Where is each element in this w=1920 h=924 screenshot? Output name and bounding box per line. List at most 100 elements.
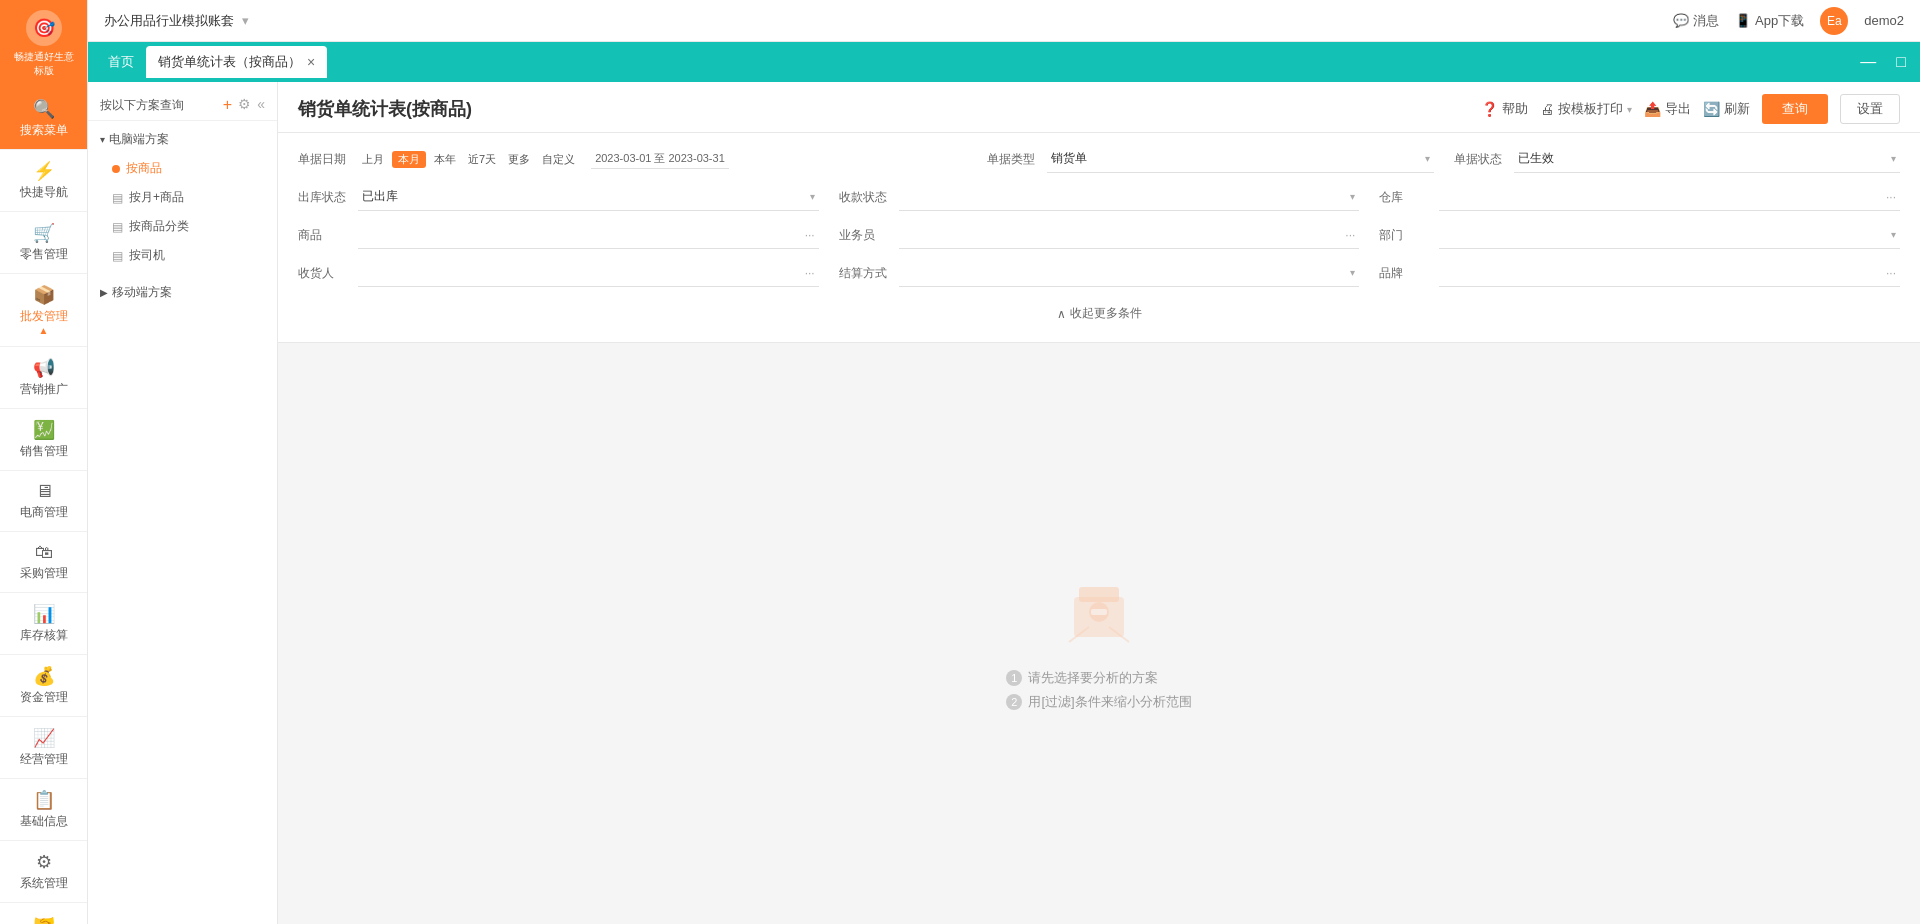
sidebar-finance-label: 资金管理 xyxy=(20,689,68,706)
print-btn[interactable]: 🖨 按模板打印 ▾ xyxy=(1540,100,1632,118)
wholesale-icon: 📦 xyxy=(33,284,55,306)
user-avatar[interactable]: Ea xyxy=(1820,7,1848,35)
operation-icon: 📈 xyxy=(33,727,55,749)
filter-item-by-month-product[interactable]: ▤ 按月+商品 xyxy=(88,183,277,212)
industry-dropdown-icon[interactable]: ▾ xyxy=(242,13,249,28)
filter-collapse-icon[interactable]: « xyxy=(257,96,265,114)
app-logo: 🎯 畅捷通好生意 标版 xyxy=(0,0,88,88)
brand-more: ··· xyxy=(1886,266,1896,280)
sidebar-item-enterprise[interactable]: 🤝 企业协同 xyxy=(0,903,87,924)
filter-add-icon[interactable]: + xyxy=(223,96,232,114)
sidebar-item-basic[interactable]: 📋 基础信息 xyxy=(0,779,87,841)
brand-control[interactable]: ··· xyxy=(1439,259,1900,287)
date-btn-thismonth[interactable]: 本月 xyxy=(392,151,426,168)
doctype-control[interactable]: 销货单 ▾ xyxy=(1047,145,1433,173)
filter-item-by-product[interactable]: 按商品 xyxy=(88,154,277,183)
help-btn[interactable]: ❓ 帮助 xyxy=(1481,100,1528,118)
sidebar-item-system[interactable]: ⚙ 系统管理 xyxy=(0,841,87,903)
print-icon: 🖨 xyxy=(1540,101,1554,117)
salesperson-control[interactable]: ··· xyxy=(899,221,1360,249)
collapse-icon: ∧ xyxy=(1057,307,1066,321)
help-label: 帮助 xyxy=(1502,100,1528,118)
date-btn-custom[interactable]: 自定义 xyxy=(538,151,579,168)
filter-field-department: 部门 ▾ xyxy=(1379,221,1900,249)
by-product-label: 按商品 xyxy=(126,160,162,177)
sidebar-item-wholesale[interactable]: 📦 批发管理 ▲ xyxy=(0,274,87,347)
date-btn-7days[interactable]: 近7天 xyxy=(464,151,500,168)
date-btn-thisyear[interactable]: 本年 xyxy=(430,151,460,168)
query-button[interactable]: 查询 xyxy=(1762,94,1828,124)
department-arrow: ▾ xyxy=(1891,229,1896,240)
settlement-label: 结算方式 xyxy=(839,265,899,282)
tab-minimize-btn[interactable]: — xyxy=(1854,51,1882,73)
sidebar-retail-label: 零售管理 xyxy=(20,246,68,263)
sidebar-item-operation[interactable]: 📈 经营管理 xyxy=(0,717,87,779)
doctype-value: 销货单 xyxy=(1051,150,1420,167)
export-btn[interactable]: 📤 导出 xyxy=(1644,100,1691,118)
filter-field-warehouse: 仓库 ··· xyxy=(1379,183,1900,211)
sidebar-item-ecommerce[interactable]: 🖥 电商管理 xyxy=(0,471,87,532)
filter-settings-icon[interactable]: ⚙ xyxy=(238,96,251,114)
sidebar-basic-label: 基础信息 xyxy=(20,813,68,830)
docstatus-value: 已生效 xyxy=(1518,150,1887,167)
filter-field-wstatus: 出库状态 已出库 ▾ xyxy=(298,183,819,211)
tab-bar: 首页 销货单统计表（按商品） × — □ xyxy=(88,42,1920,82)
sidebar-item-quicknav[interactable]: ⚡ 快捷导航 xyxy=(0,150,87,212)
tab-maximize-btn[interactable]: □ xyxy=(1890,51,1912,73)
search-icon: 🔍 xyxy=(33,98,55,120)
filter-item-by-warehouse[interactable]: ▤ 按司机 xyxy=(88,241,277,270)
app-download-btn[interactable]: 📱 App下载 xyxy=(1735,12,1804,30)
wstatus-control[interactable]: 已出库 ▾ xyxy=(358,183,819,211)
date-btn-lastmonth[interactable]: 上月 xyxy=(358,151,388,168)
settings-button[interactable]: 设置 xyxy=(1840,94,1900,124)
product-control[interactable]: ··· xyxy=(358,221,819,249)
sidebar-item-marketing[interactable]: 📢 营销推广 xyxy=(0,347,87,409)
wstatus-label: 出库状态 xyxy=(298,189,358,206)
system-icon: ⚙ xyxy=(36,851,52,873)
refresh-btn[interactable]: 🔄 刷新 xyxy=(1703,100,1750,118)
docstatus-arrow: ▾ xyxy=(1891,153,1896,164)
sidebar-marketing-label: 营销推广 xyxy=(20,381,68,398)
sidebar-item-finance[interactable]: 💰 资金管理 xyxy=(0,655,87,717)
avatar-text: Ea xyxy=(1827,14,1842,28)
tab-close-btn[interactable]: × xyxy=(307,54,315,70)
sidebar-wholesale-label: 批发管理 xyxy=(20,308,68,325)
sidebar-item-retail[interactable]: 🛒 零售管理 xyxy=(0,212,87,274)
sidebar-item-search[interactable]: 🔍 搜索菜单 xyxy=(0,88,87,150)
basic-icon: 📋 xyxy=(33,789,55,811)
docstatus-control[interactable]: 已生效 ▾ xyxy=(1514,145,1900,173)
filter-item-by-category[interactable]: ▤ 按商品分类 xyxy=(88,212,277,241)
sidebar-item-sales[interactable]: 💹 销售管理 xyxy=(0,409,87,471)
empty-tip-1: 1 请先选择要分析的方案 xyxy=(1006,669,1191,687)
filter-sidebar: 按以下方案查询 + ⚙ « ▾ 电脑端方案 按商品 ▤ 按月+ xyxy=(88,82,278,924)
filter-group-pc-header[interactable]: ▾ 电脑端方案 xyxy=(88,125,277,154)
message-btn[interactable]: 💬 消息 xyxy=(1673,12,1719,30)
docstatus-label: 单据状态 xyxy=(1454,151,1514,168)
empty-illustration xyxy=(1049,557,1149,657)
warehouse-control[interactable]: ··· xyxy=(1439,183,1900,211)
date-btn-more[interactable]: 更多 xyxy=(504,151,534,168)
product-more: ··· xyxy=(805,228,815,242)
print-label: 按模板打印 xyxy=(1558,100,1623,118)
filter-group-mobile-header[interactable]: ▶ 移动端方案 xyxy=(88,278,277,307)
sidebar-search-label: 搜索菜单 xyxy=(20,122,68,139)
sales-icon: 💹 xyxy=(33,419,55,441)
department-control[interactable]: ▾ xyxy=(1439,221,1900,249)
collapse-button[interactable]: ∧ 收起更多条件 xyxy=(298,297,1900,330)
settlement-control[interactable]: ▾ xyxy=(899,259,1360,287)
filter-group-mobile: ▶ 移动端方案 xyxy=(88,274,277,311)
sidebar-item-purchase[interactable]: 🛍 采购管理 xyxy=(0,532,87,593)
sidebar-item-inventory[interactable]: 📊 库存核算 xyxy=(0,593,87,655)
date-range-display[interactable]: 2023-03-01 至 2023-03-31 xyxy=(591,149,729,169)
username-label[interactable]: demo2 xyxy=(1864,13,1904,28)
mobile-group-label: 移动端方案 xyxy=(112,284,172,301)
by-warehouse-label: 按司机 xyxy=(129,247,165,264)
tab-active[interactable]: 销货单统计表（按商品） × xyxy=(146,46,327,78)
salesperson-label: 业务员 xyxy=(839,227,899,244)
filter-field-receiver: 收货人 ··· xyxy=(298,259,819,287)
tab-home[interactable]: 首页 xyxy=(96,46,146,78)
home-tab-label: 首页 xyxy=(108,53,134,71)
receiver-control[interactable]: ··· xyxy=(358,259,819,287)
refresh-icon: 🔄 xyxy=(1703,101,1720,117)
pstatus-control[interactable]: ▾ xyxy=(899,183,1360,211)
